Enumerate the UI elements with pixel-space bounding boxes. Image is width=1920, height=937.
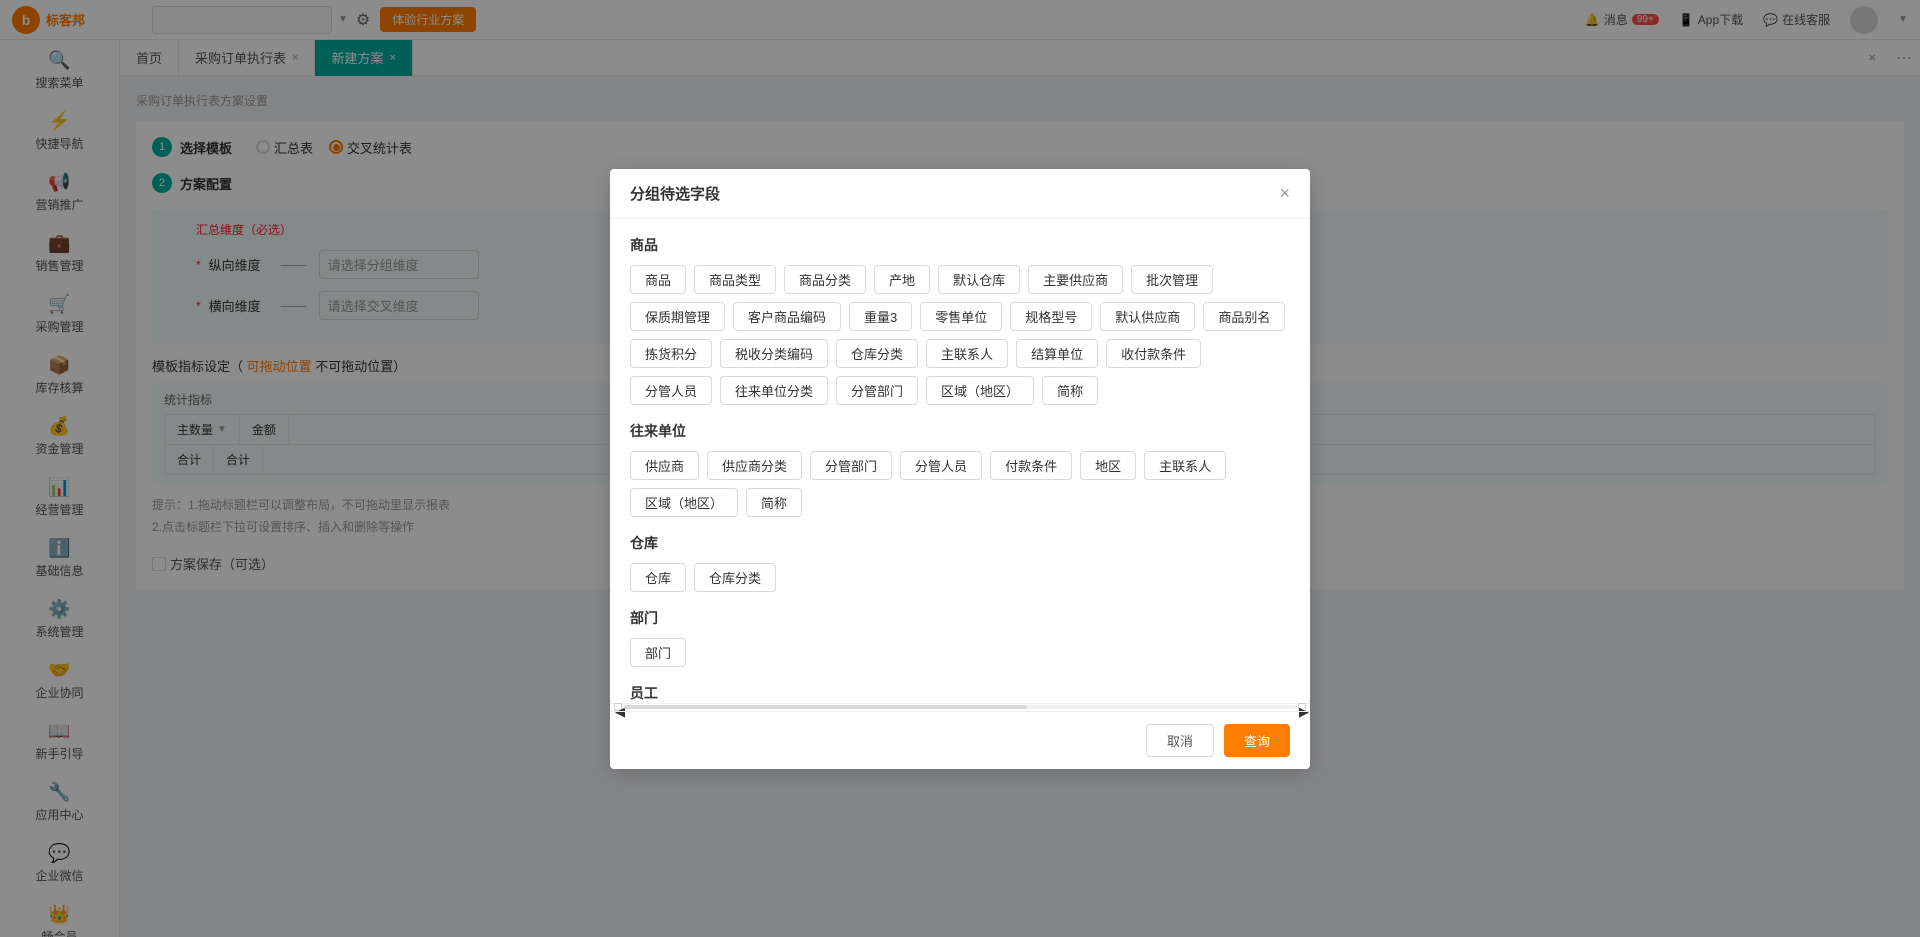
field-section-product: 商品 商品 商品类型 商品分类 产地 默认仓库 主要供应商 批次管理 保质期管理…: [630, 235, 1290, 405]
field-section-warehouse: 仓库 仓库 仓库分类: [630, 533, 1290, 592]
modal-body[interactable]: 商品 商品 商品类型 商品分类 产地 默认仓库 主要供应商 批次管理 保质期管理…: [610, 219, 1310, 703]
field-section-partner: 往来单位 供应商 供应商分类 分管部门 分管人员 付款条件 地区 主联系人 区域…: [630, 421, 1290, 517]
field-tag-supplier-category[interactable]: 供应商分类: [707, 451, 802, 480]
field-tag-spec-model[interactable]: 规格型号: [1010, 302, 1092, 331]
section-title-employee: 员工: [630, 683, 1290, 703]
partner-field-tags: 供应商 供应商分类 分管部门 分管人员 付款条件 地区 主联系人 区域（地区） …: [630, 451, 1290, 517]
field-section-employee: 员工 业务员: [630, 683, 1290, 703]
section-title-partner: 往来单位: [630, 421, 1290, 441]
field-tag-default-warehouse[interactable]: 默认仓库: [938, 265, 1020, 294]
field-tag-expiry-mgmt[interactable]: 保质期管理: [630, 302, 725, 331]
field-tag-product-alias[interactable]: 商品别名: [1203, 302, 1285, 331]
field-tag-warehouse-cat[interactable]: 仓库分类: [694, 563, 776, 592]
field-tag-partner-dept[interactable]: 分管部门: [810, 451, 892, 480]
field-tag-batch-mgmt[interactable]: 批次管理: [1131, 265, 1213, 294]
modal-cancel-button[interactable]: 取消: [1146, 724, 1214, 757]
field-section-department: 部门 部门: [630, 608, 1290, 667]
modal-confirm-button[interactable]: 查询: [1224, 724, 1290, 757]
field-tag-administrator[interactable]: 分管人员: [630, 376, 712, 405]
field-tag-retail-unit[interactable]: 零售单位: [920, 302, 1002, 331]
field-tag-pick-points[interactable]: 拣货积分: [630, 339, 712, 368]
modal-header: 分组待选字段 ×: [610, 169, 1310, 219]
field-tag-product[interactable]: 商品: [630, 265, 686, 294]
field-tag-abbr[interactable]: 简称: [1042, 376, 1098, 405]
modal-close-button[interactable]: ×: [1279, 183, 1290, 204]
field-tag-settlement-unit[interactable]: 结算单位: [1016, 339, 1098, 368]
field-tag-payment-cond[interactable]: 付款条件: [990, 451, 1072, 480]
field-tag-partner-region[interactable]: 区域（地区）: [630, 488, 738, 517]
field-tag-partner-category[interactable]: 往来单位分类: [720, 376, 828, 405]
dept-field-tags: 部门: [630, 638, 1290, 667]
modal-footer: 取消 查询: [610, 711, 1310, 769]
field-tag-dept[interactable]: 分管部门: [836, 376, 918, 405]
section-title-warehouse: 仓库: [630, 533, 1290, 553]
warehouse-field-tags: 仓库 仓库分类: [630, 563, 1290, 592]
section-title-department: 部门: [630, 608, 1290, 628]
hscroll-thumb: [624, 705, 1027, 709]
field-tag-origin[interactable]: 产地: [874, 265, 930, 294]
field-tag-supplier[interactable]: 供应商: [630, 451, 699, 480]
modal-overlay: 分组待选字段 × 商品 商品 商品类型 商品分类 产地 默认仓库 主要供应商 批…: [0, 0, 1920, 937]
field-tag-partner-person[interactable]: 分管人员: [900, 451, 982, 480]
field-tag-main-supplier[interactable]: 主要供应商: [1028, 265, 1123, 294]
field-tag-department[interactable]: 部门: [630, 638, 686, 667]
field-tag-warehouse-category[interactable]: 仓库分类: [836, 339, 918, 368]
field-tag-product-category[interactable]: 商品分类: [784, 265, 866, 294]
modal-dialog: 分组待选字段 × 商品 商品 商品类型 商品分类 产地 默认仓库 主要供应商 批…: [610, 169, 1310, 769]
field-tag-main-contact[interactable]: 主联系人: [926, 339, 1008, 368]
field-tag-default-supplier[interactable]: 默认供应商: [1100, 302, 1195, 331]
field-tag-product-type[interactable]: 商品类型: [694, 265, 776, 294]
field-tag-area[interactable]: 地区: [1080, 451, 1136, 480]
field-tag-customer-code[interactable]: 客户商品编码: [733, 302, 841, 331]
modal-title: 分组待选字段: [630, 183, 720, 204]
field-tag-tax-code[interactable]: 税收分类编码: [720, 339, 828, 368]
field-tag-weight3[interactable]: 重量3: [849, 302, 912, 331]
field-tag-region[interactable]: 区域（地区）: [926, 376, 1034, 405]
field-tag-contact[interactable]: 主联系人: [1144, 451, 1226, 480]
product-field-tags: 商品 商品类型 商品分类 产地 默认仓库 主要供应商 批次管理 保质期管理 客户…: [630, 265, 1290, 405]
field-tag-warehouse[interactable]: 仓库: [630, 563, 686, 592]
section-title-product: 商品: [630, 235, 1290, 255]
modal-horizontal-scrollbar[interactable]: ◀ ▶: [610, 703, 1310, 711]
field-tag-payment-terms[interactable]: 收付款条件: [1106, 339, 1201, 368]
field-tag-partner-abbr[interactable]: 简称: [746, 488, 802, 517]
